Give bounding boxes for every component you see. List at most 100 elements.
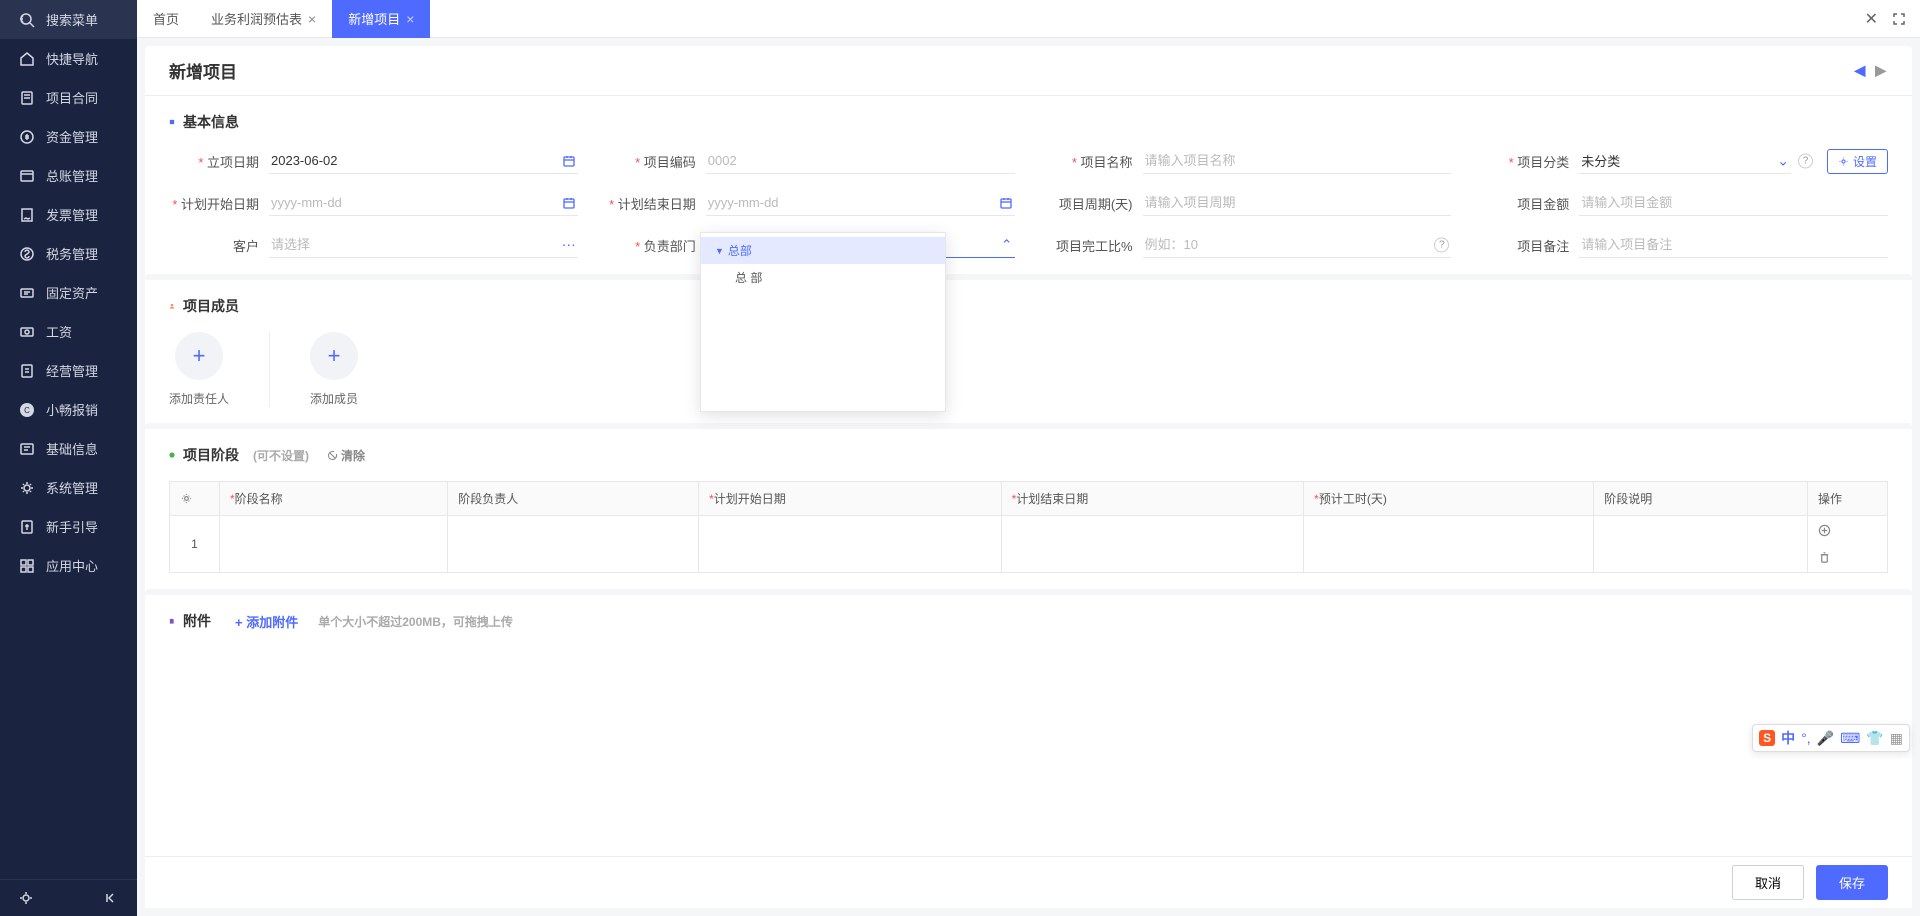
cancel-button[interactable]: 取消 <box>1732 865 1804 900</box>
ime-lang[interactable]: 中 <box>1781 728 1795 748</box>
setting-button[interactable]: 设置 <box>1827 149 1888 174</box>
help-icon[interactable]: ? <box>1434 238 1449 253</box>
sidebar-item-contract[interactable]: 项目合同 <box>0 78 137 117</box>
clear-button[interactable]: 清除 <box>327 447 365 464</box>
plan-start-input[interactable] <box>269 190 578 216</box>
col-end: *计划结束日期 <box>1001 482 1304 516</box>
sidebar-item-invoice[interactable]: 发票管理 <box>0 195 137 234</box>
sidebar-bottom <box>0 879 137 916</box>
col-op: 操作 <box>1808 482 1888 516</box>
sidebar-item-expense[interactable]: C小畅报销 <box>0 390 137 429</box>
ime-mic-icon[interactable]: 🎤 <box>1817 730 1834 747</box>
completepct-input[interactable] <box>1143 232 1452 258</box>
add-member: + 添加成员 <box>310 332 358 407</box>
sidebar-item-biz[interactable]: 经营管理 <box>0 351 137 390</box>
sidebar-item-apps[interactable]: 应用中心 <box>0 546 137 585</box>
fullscreen-icon[interactable] <box>1892 12 1906 26</box>
create-date-label: 立项日期 <box>169 152 259 171</box>
plan-end-input[interactable] <box>706 190 1015 216</box>
proj-name-input[interactable] <box>1143 148 1452 174</box>
completepct-label: 项目完工比% <box>1043 236 1133 255</box>
phase-hint: (可不设置) <box>253 447 309 464</box>
calendar-icon[interactable] <box>999 196 1013 210</box>
add-attachment-button[interactable]: + 添加附件 <box>235 612 298 631</box>
more-icon[interactable]: ⋯ <box>562 237 576 254</box>
sidebar-item-tax[interactable]: 税务管理 <box>0 234 137 273</box>
add-owner-label: 添加责任人 <box>169 390 229 407</box>
ime-menu-icon[interactable]: ▦ <box>1890 730 1903 747</box>
divider <box>269 332 270 407</box>
ime-toolbar[interactable]: S 中 °, 🎤 ⌨ 👕 ▦ <box>1752 724 1910 752</box>
proj-code-input[interactable] <box>706 148 1015 174</box>
dept-label: 负责部门 <box>606 236 696 255</box>
ime-logo-icon: S <box>1759 730 1775 746</box>
sidebar-item-fund[interactable]: 资金管理 <box>0 117 137 156</box>
close-all-icon[interactable]: ✕ <box>1865 9 1878 29</box>
money-icon <box>18 128 36 146</box>
page-title: 新增项目 <box>169 58 237 83</box>
section-icon <box>169 298 175 314</box>
table-row[interactable]: 1 <box>170 516 1888 573</box>
calendar-icon[interactable] <box>562 196 576 210</box>
chevron-up-icon[interactable]: ⌃ <box>1001 237 1013 254</box>
ime-skin-icon[interactable]: 👕 <box>1866 730 1883 747</box>
sidebar: 搜索菜单 快捷导航 项目合同 资金管理 总账管理 发票管理 税务管理 固定资产 … <box>0 0 137 916</box>
invoice-icon <box>18 206 36 224</box>
doc-icon <box>18 89 36 107</box>
save-button[interactable]: 保存 <box>1816 865 1888 900</box>
sidebar-item-guide[interactable]: 新手引导 <box>0 507 137 546</box>
proj-category-label: 项目分类 <box>1479 152 1569 171</box>
tab-new-project[interactable]: 新增项目× <box>332 0 430 38</box>
gear-column[interactable] <box>170 482 220 516</box>
col-start: *计划开始日期 <box>699 482 1002 516</box>
remark-input[interactable] <box>1579 232 1888 258</box>
col-hours: *预计工时(天) <box>1304 482 1594 516</box>
amount-input[interactable] <box>1579 190 1888 216</box>
ime-punct-icon[interactable]: °, <box>1801 730 1811 746</box>
ime-keyboard-icon[interactable]: ⌨ <box>1840 730 1860 747</box>
proj-category-input[interactable] <box>1579 148 1791 174</box>
col-desc: 阶段说明 <box>1594 482 1808 516</box>
customer-input[interactable] <box>269 232 578 258</box>
sidebar-item-quicknav[interactable]: 快捷导航 <box>0 39 137 78</box>
calendar-icon[interactable] <box>562 154 576 168</box>
create-date-input[interactable] <box>269 148 578 174</box>
close-icon[interactable]: × <box>308 11 316 27</box>
close-icon[interactable]: × <box>406 11 414 27</box>
add-member-button[interactable]: + <box>310 332 358 380</box>
sidebar-item-info[interactable]: 基础信息 <box>0 429 137 468</box>
sidebar-item-salary[interactable]: 工资 <box>0 312 137 351</box>
help-icon[interactable]: ? <box>1798 154 1813 169</box>
add-row-icon[interactable] <box>1818 524 1877 537</box>
duration-input[interactable] <box>1143 190 1452 216</box>
expense-icon: C <box>18 401 36 419</box>
next-icon[interactable]: ▶ <box>1873 60 1888 81</box>
collapse-icon[interactable] <box>103 890 119 906</box>
page-header: 新增项目 ◀ ▶ <box>145 46 1912 96</box>
delete-row-icon[interactable] <box>1818 551 1877 564</box>
section-title: 基本信息 <box>183 112 239 132</box>
proj-name-label: 项目名称 <box>1043 152 1133 171</box>
settings-icon[interactable] <box>18 890 34 906</box>
section-phase: 项目阶段 (可不设置) 清除 *阶段名称 阶段负责人 *计划开始日期 *计划结束… <box>145 423 1912 589</box>
prev-icon[interactable]: ◀ <box>1852 60 1867 81</box>
chevron-down-icon[interactable]: ⌄ <box>1777 153 1789 170</box>
sidebar-item-system[interactable]: 系统管理 <box>0 468 137 507</box>
home-icon <box>18 50 36 68</box>
add-member-label: 添加成员 <box>310 390 358 407</box>
plan-end-label: 计划结束日期 <box>606 194 696 213</box>
sidebar-item-ledger[interactable]: 总账管理 <box>0 156 137 195</box>
biz-icon <box>18 362 36 380</box>
sidebar-item-asset[interactable]: 固定资产 <box>0 273 137 312</box>
dropdown-item-child[interactable]: 总 部 <box>701 264 945 291</box>
tab-profit-estimate[interactable]: 业务利润预估表× <box>195 0 332 38</box>
section-basic: 基本信息 立项日期 项目编码 项目名称 项目分类⌄?设置 计划开始日期 计划结束… <box>145 96 1912 274</box>
add-owner-button[interactable]: + <box>175 332 223 380</box>
asset-icon <box>18 284 36 302</box>
plan-start-label: 计划开始日期 <box>169 194 259 213</box>
remark-label: 项目备注 <box>1479 236 1569 255</box>
sidebar-search[interactable]: 搜索菜单 <box>0 0 137 39</box>
apps-icon <box>18 557 36 575</box>
dropdown-item-root[interactable]: ▼总部 <box>701 237 945 264</box>
tab-home[interactable]: 首页 <box>137 0 195 38</box>
